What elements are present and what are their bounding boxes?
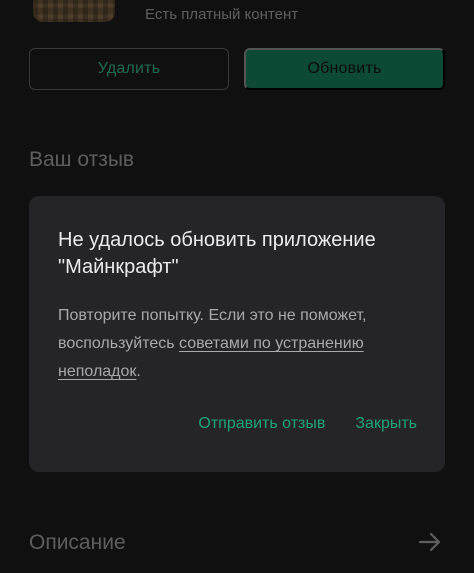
dialog-title-line1: Не удалось обновить приложение bbox=[58, 229, 376, 251]
delete-button[interactable]: Удалить bbox=[29, 48, 229, 90]
review-section-title: Ваш отзыв bbox=[29, 148, 135, 171]
dialog-message-end: . bbox=[136, 363, 141, 380]
dialog-title: Не удалось обновить приложение "Майнкраф… bbox=[58, 227, 428, 281]
app-icon bbox=[33, 0, 115, 22]
close-button[interactable]: Закрыть bbox=[355, 415, 417, 433]
description-section-title[interactable]: Описание bbox=[29, 531, 126, 555]
error-dialog: Не удалось обновить приложение "Майнкраф… bbox=[29, 196, 445, 472]
update-button[interactable]: Обновить bbox=[244, 48, 445, 90]
paid-content-note: Есть платный контент bbox=[145, 6, 299, 23]
dialog-message: Повторите попытку. Если это не поможет, … bbox=[58, 302, 428, 386]
send-feedback-button[interactable]: Отправить отзыв bbox=[198, 415, 325, 433]
dialog-title-line2: "Майнкрафт" bbox=[58, 256, 179, 278]
dialog-actions: Отправить отзыв Закрыть bbox=[198, 415, 417, 433]
arrow-right-icon[interactable] bbox=[417, 529, 443, 555]
